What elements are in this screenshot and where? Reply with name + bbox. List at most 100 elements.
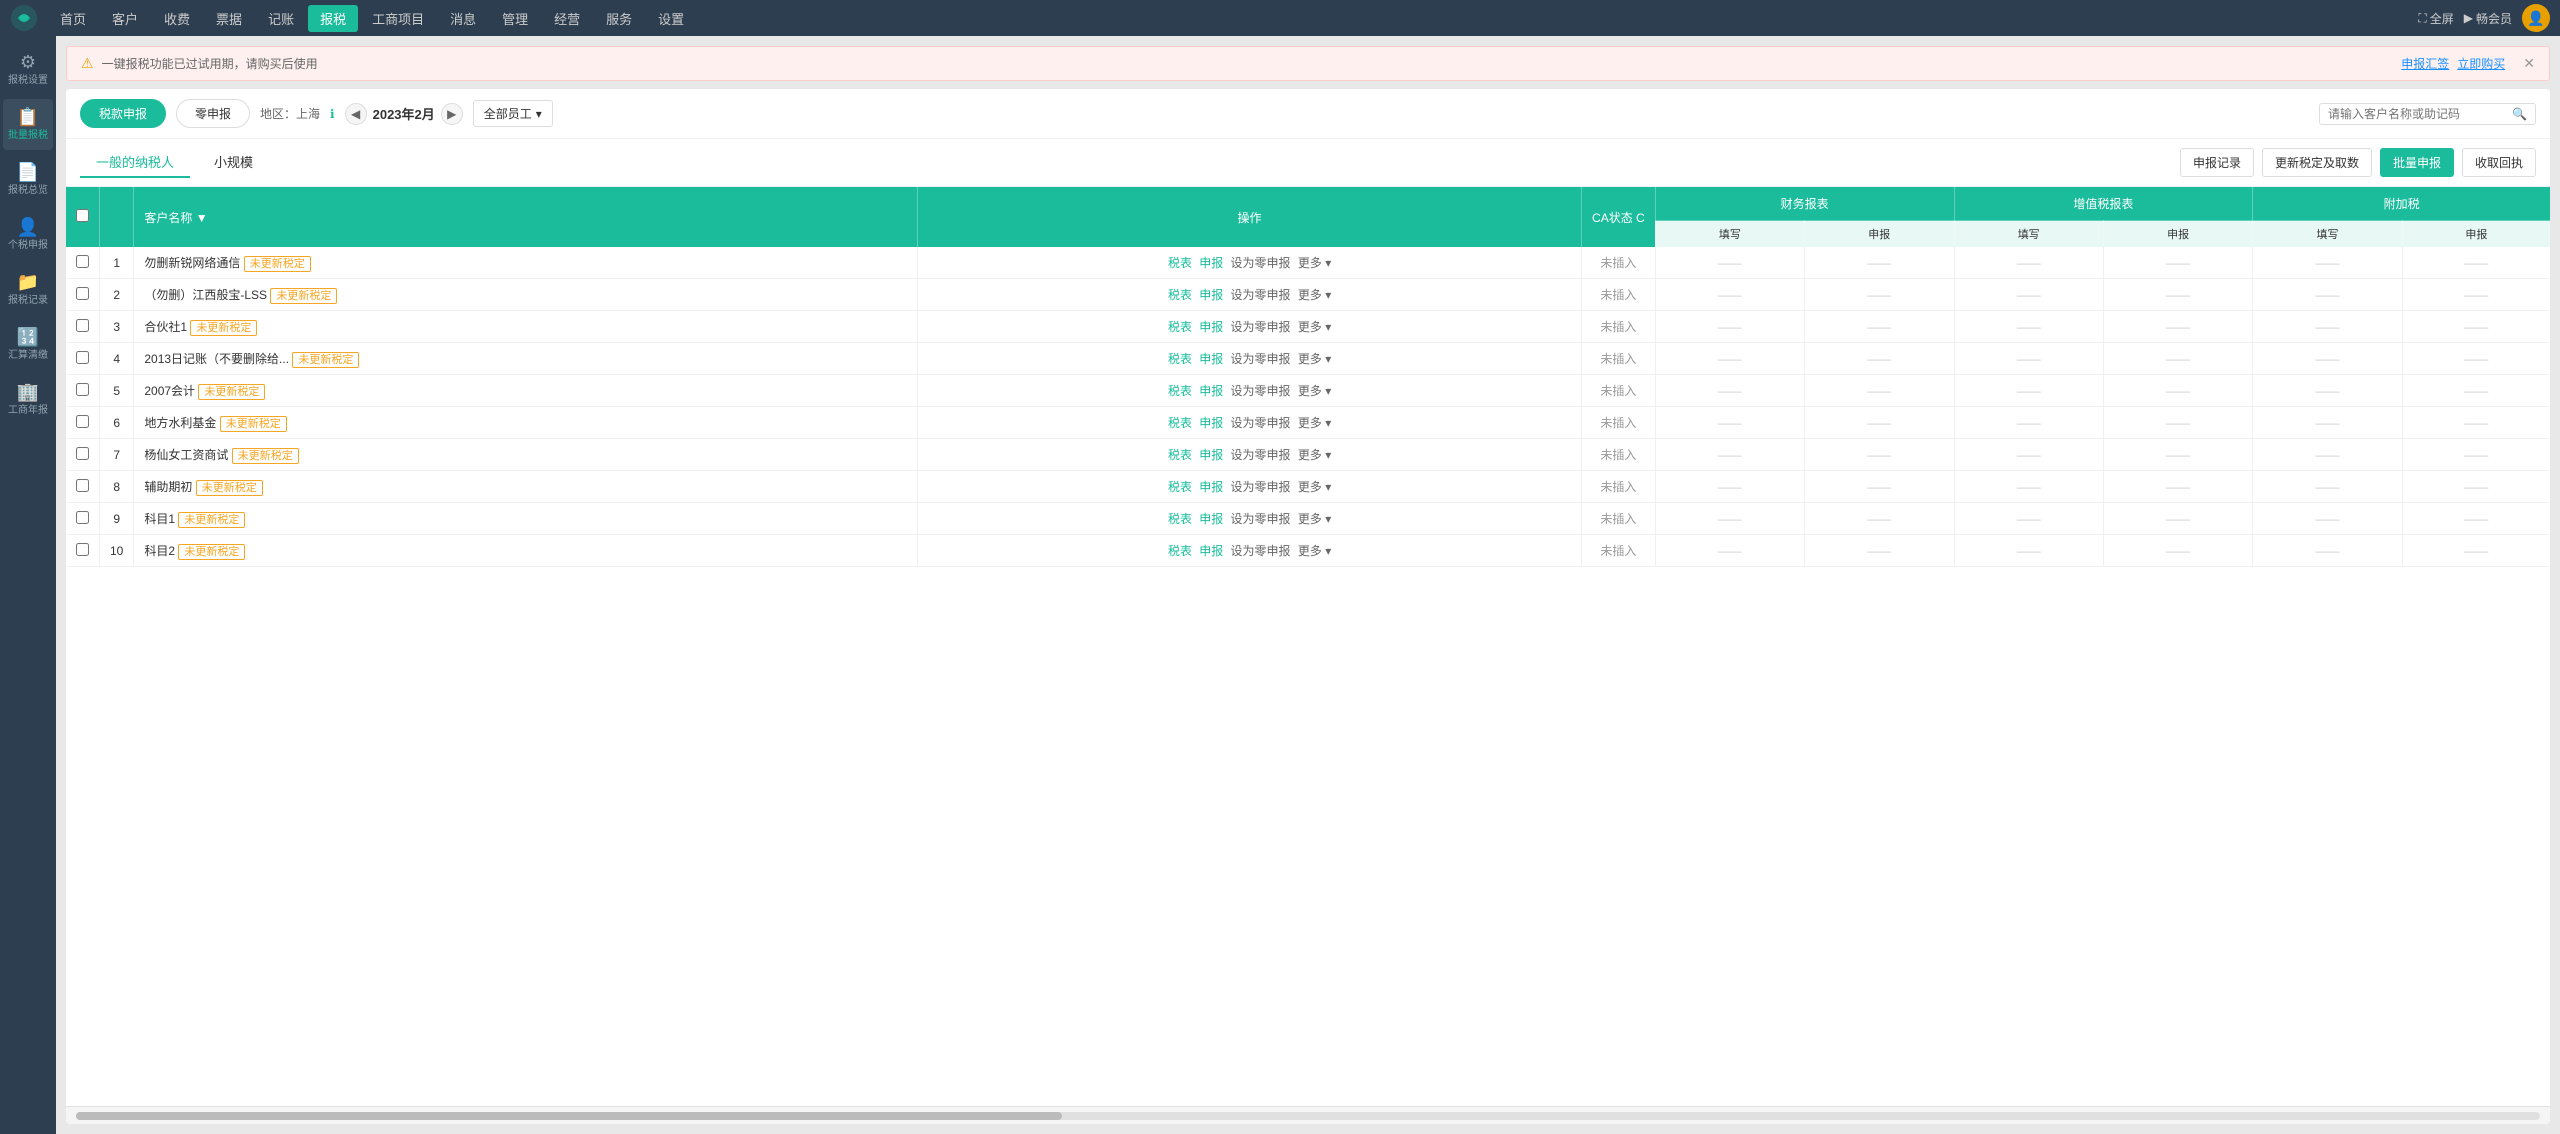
sidebar-item-tax-overview[interactable]: 📄 报税总览 [3,154,53,205]
op-set-zero[interactable]: 设为零申报 [1231,384,1291,398]
op-more[interactable]: 更多 ▾ [1298,256,1331,270]
nav-manage[interactable]: 管理 [490,5,540,32]
op-tax-table[interactable]: 税表 [1168,448,1192,462]
op-set-zero[interactable]: 设为零申报 [1231,512,1291,526]
op-set-zero[interactable]: 设为零申报 [1231,288,1291,302]
tab-small-scale[interactable]: 小规模 [198,147,269,178]
row-select-checkbox[interactable] [76,287,89,300]
op-declare[interactable]: 申报 [1199,416,1223,430]
nav-client[interactable]: 客户 [100,5,150,32]
tab-zero-declaration[interactable]: 零申报 [176,99,250,128]
row-checkbox[interactable] [66,375,100,407]
op-declare[interactable]: 申报 [1199,480,1223,494]
row-checkbox[interactable] [66,439,100,471]
op-tax-table[interactable]: 税表 [1168,384,1192,398]
row-select-checkbox[interactable] [76,351,89,364]
nav-tax[interactable]: 报税 [308,5,358,32]
op-declare[interactable]: 申报 [1199,320,1223,334]
nav-home[interactable]: 首页 [48,5,98,32]
tab-tax-declaration[interactable]: 税款申报 [80,99,166,128]
op-more[interactable]: 更多 ▾ [1298,288,1331,302]
batch-declare-button[interactable]: 批量申报 [2380,148,2454,177]
row-select-checkbox[interactable] [76,479,89,492]
nav-service[interactable]: 服务 [594,5,644,32]
op-tax-table[interactable]: 税表 [1168,512,1192,526]
op-set-zero[interactable]: 设为零申报 [1231,320,1291,334]
op-tax-table[interactable]: 税表 [1168,416,1192,430]
nav-bookkeeping[interactable]: 记账 [256,5,306,32]
row-select-checkbox[interactable] [76,383,89,396]
row-checkbox[interactable] [66,503,100,535]
nav-message[interactable]: 消息 [438,5,488,32]
op-tax-table[interactable]: 税表 [1168,288,1192,302]
op-declare[interactable]: 申报 [1199,512,1223,526]
op-more[interactable]: 更多 ▾ [1298,352,1331,366]
row-checkbox[interactable] [66,311,100,343]
sidebar-item-personal-tax[interactable]: 👤 个税申报 [3,209,53,260]
row-select-checkbox[interactable] [76,255,89,268]
sidebar-item-annual-settlement[interactable]: 🔢 汇算清缴 [3,319,53,370]
op-set-zero[interactable]: 设为零申报 [1231,256,1291,270]
op-declare[interactable]: 申报 [1199,384,1223,398]
row-checkbox[interactable] [66,343,100,375]
row-select-checkbox[interactable] [76,543,89,556]
op-more[interactable]: 更多 ▾ [1298,416,1331,430]
op-tax-table[interactable]: 税表 [1168,352,1192,366]
op-tax-table[interactable]: 税表 [1168,256,1192,270]
op-tax-table[interactable]: 税表 [1168,480,1192,494]
next-month-button[interactable]: ▶ [441,103,463,125]
op-set-zero[interactable]: 设为零申报 [1231,480,1291,494]
nav-invoice[interactable]: 票据 [204,5,254,32]
sidebar-item-business-annual[interactable]: 🏢 工商年报 [3,374,53,425]
nav-business[interactable]: 工商项目 [360,5,436,32]
op-declare[interactable]: 申报 [1199,288,1223,302]
op-tax-table[interactable]: 税表 [1168,320,1192,334]
row-select-checkbox[interactable] [76,447,89,460]
op-set-zero[interactable]: 设为零申报 [1231,544,1291,558]
bottom-scrollbar[interactable] [66,1106,2550,1124]
row-select-checkbox[interactable] [76,511,89,524]
update-tax-button[interactable]: 更新税定及取数 [2262,148,2372,177]
op-set-zero[interactable]: 设为零申报 [1231,448,1291,462]
banner-link-buy[interactable]: 立即购买 [2457,55,2505,72]
banner-link-report[interactable]: 申报汇签 [2401,55,2449,72]
tab-general-taxpayer[interactable]: 一般的纳税人 [80,147,190,178]
banner-close-button[interactable]: ✕ [2523,55,2535,72]
nav-operation[interactable]: 经营 [542,5,592,32]
row-checkbox[interactable] [66,247,100,279]
search-icon[interactable]: 🔍 [2512,107,2527,121]
nav-settings[interactable]: 设置 [646,5,696,32]
op-more[interactable]: 更多 ▾ [1298,512,1331,526]
op-more[interactable]: 更多 ▾ [1298,448,1331,462]
op-declare[interactable]: 申报 [1199,256,1223,270]
op-more[interactable]: 更多 ▾ [1298,544,1331,558]
op-tax-table[interactable]: 税表 [1168,544,1192,558]
declaration-record-button[interactable]: 申报记录 [2180,148,2254,177]
sidebar-item-batch-tax[interactable]: 📋 批量报税 [3,99,53,150]
row-checkbox[interactable] [66,407,100,439]
nav-billing[interactable]: 收费 [152,5,202,32]
sidebar-item-tax-settings[interactable]: ⚙ 报税设置 [3,44,53,95]
avatar[interactable]: 👤 [2522,4,2550,32]
op-set-zero[interactable]: 设为零申报 [1231,416,1291,430]
fullscreen-button[interactable]: ⛶ 全屏 [2418,10,2453,27]
member-button[interactable]: ▶ 畅会员 [2464,10,2512,27]
op-declare[interactable]: 申报 [1199,544,1223,558]
search-input[interactable] [2328,107,2508,121]
op-more[interactable]: 更多 ▾ [1298,320,1331,334]
row-select-checkbox[interactable] [76,415,89,428]
staff-filter-select[interactable]: 全部员工 ▾ [473,100,553,127]
op-set-zero[interactable]: 设为零申报 [1231,352,1291,366]
collect-receipt-button[interactable]: 收取回执 [2462,148,2536,177]
row-checkbox[interactable] [66,279,100,311]
row-checkbox[interactable] [66,471,100,503]
row-select-checkbox[interactable] [76,319,89,332]
op-more[interactable]: 更多 ▾ [1298,384,1331,398]
sidebar-item-tax-records[interactable]: 📁 报税记录 [3,264,53,315]
op-declare[interactable]: 申报 [1199,448,1223,462]
op-declare[interactable]: 申报 [1199,352,1223,366]
select-all-checkbox[interactable] [76,209,89,222]
op-more[interactable]: 更多 ▾ [1298,480,1331,494]
prev-month-button[interactable]: ◀ [345,103,367,125]
row-checkbox[interactable] [66,535,100,567]
